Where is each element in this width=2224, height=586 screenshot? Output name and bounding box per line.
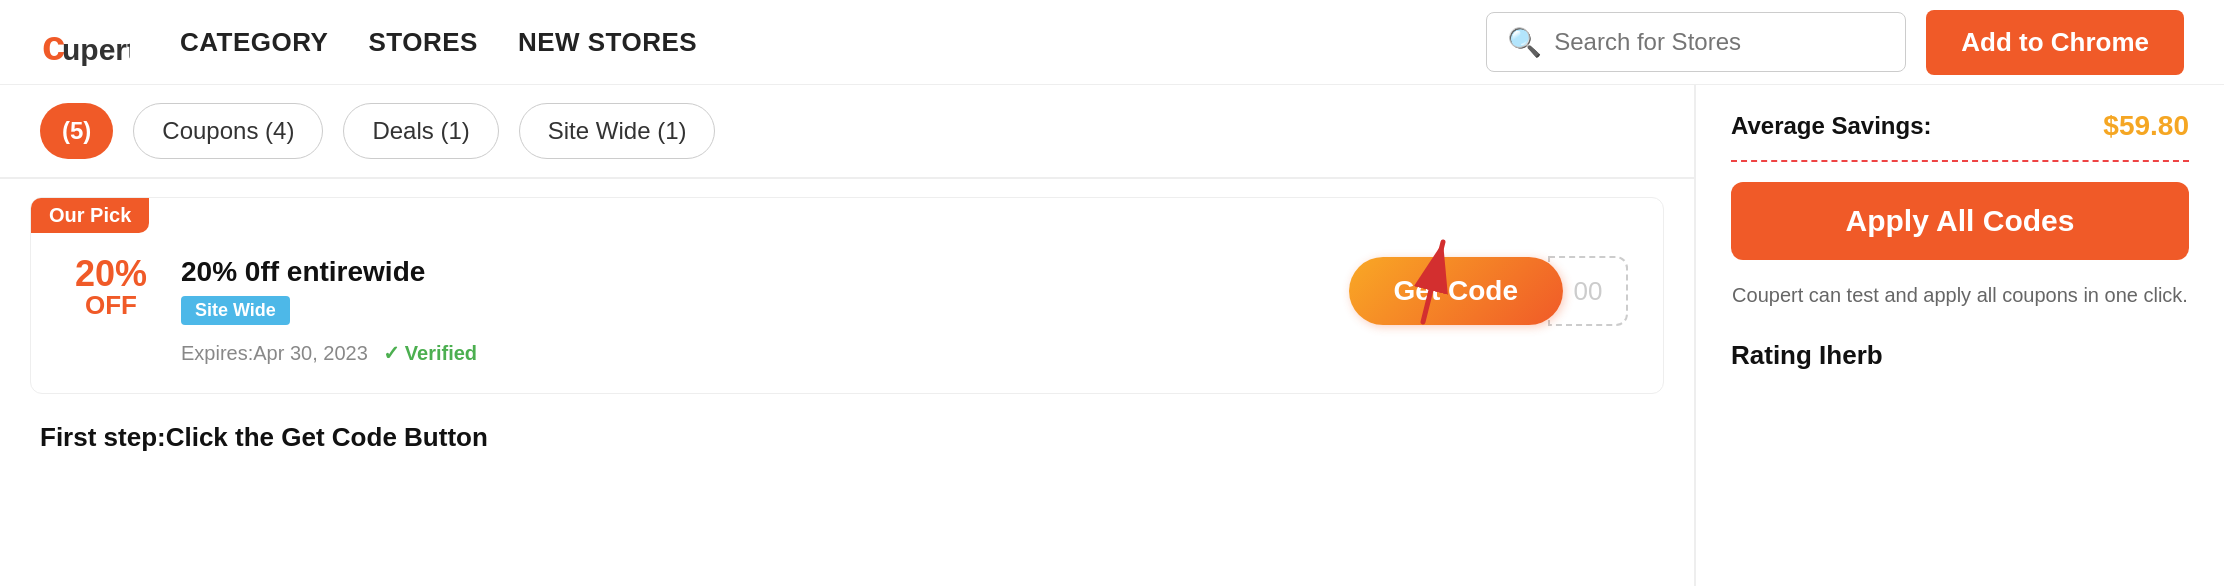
tab-divider [0, 177, 1694, 179]
content-area: (5) Coupons (4) Deals (1) Site Wide (1) … [0, 85, 1694, 586]
tabs-bar: (5) Coupons (4) Deals (1) Site Wide (1) [0, 85, 1694, 177]
add-to-chrome-button[interactable]: Add to Chrome [1926, 10, 2184, 75]
avg-savings-value: $59.80 [2103, 110, 2189, 142]
arrow-annotation [1383, 222, 1473, 336]
average-savings-row: Average Savings: $59.80 [1731, 110, 2189, 162]
tab-deals[interactable]: Deals (1) [343, 103, 498, 159]
search-box[interactable]: 🔍 [1486, 12, 1906, 72]
expiry-text: Expires:Apr 30, 2023 [181, 342, 368, 365]
apply-all-codes-button[interactable]: Apply All Codes [1731, 182, 2189, 260]
sidebar: Average Savings: $59.80 Apply All Codes … [1694, 85, 2224, 586]
step-text: First step:Click the Get Code Button [40, 422, 1654, 453]
verified-label: Verified [405, 342, 477, 365]
search-input[interactable] [1554, 28, 1885, 56]
verified-badge: ✓ Verified [383, 341, 477, 365]
nav-category[interactable]: CATEGORY [180, 27, 328, 58]
rating-title: Rating Iherb [1731, 340, 2189, 371]
avg-savings-label: Average Savings: [1731, 112, 1932, 140]
search-icon: 🔍 [1507, 26, 1542, 59]
tab-coupons[interactable]: Coupons (4) [133, 103, 323, 159]
coupon-meta: Expires:Apr 30, 2023 ✓ Verified [181, 341, 1349, 365]
check-icon: ✓ [383, 341, 400, 365]
tab-site-wide[interactable]: Site Wide (1) [519, 103, 716, 159]
main-container: (5) Coupons (4) Deals (1) Site Wide (1) … [0, 85, 2224, 586]
discount-box: 20% OFF [66, 256, 156, 318]
header: c upert CATEGORY STORES NEW STORES 🔍 Add… [0, 0, 2224, 85]
discount-off-label: OFF [85, 292, 137, 318]
coupon-card-header: 20% OFF 20% 0ff entirewide Site Wide Exp… [66, 226, 1628, 365]
apply-all-desc: Coupert can test and apply all coupons i… [1731, 280, 2189, 310]
logo[interactable]: c upert [40, 12, 130, 72]
coupon-title: 20% 0ff entirewide [181, 256, 1349, 288]
coupon-card: Our Pick 20% OFF 20% 0ff entirewide Site… [30, 197, 1664, 394]
site-wide-badge: Site Wide [181, 296, 290, 325]
our-pick-badge: Our Pick [31, 198, 149, 233]
search-area: 🔍 Add to Chrome [1486, 10, 2184, 75]
svg-text:upert: upert [62, 33, 130, 66]
tab-all[interactable]: (5) [40, 103, 113, 159]
nav-stores[interactable]: STORES [368, 27, 477, 58]
discount-percent: 20% [75, 256, 147, 292]
get-code-area: Get Code 00 [1349, 256, 1628, 326]
nav-new-stores[interactable]: NEW STORES [518, 27, 697, 58]
coupon-info: 20% 0ff entirewide Site Wide Expires:Apr… [181, 226, 1349, 365]
main-nav: CATEGORY STORES NEW STORES [180, 27, 1486, 58]
rating-section: Rating Iherb [1731, 340, 2189, 371]
svg-line-3 [1423, 242, 1443, 322]
